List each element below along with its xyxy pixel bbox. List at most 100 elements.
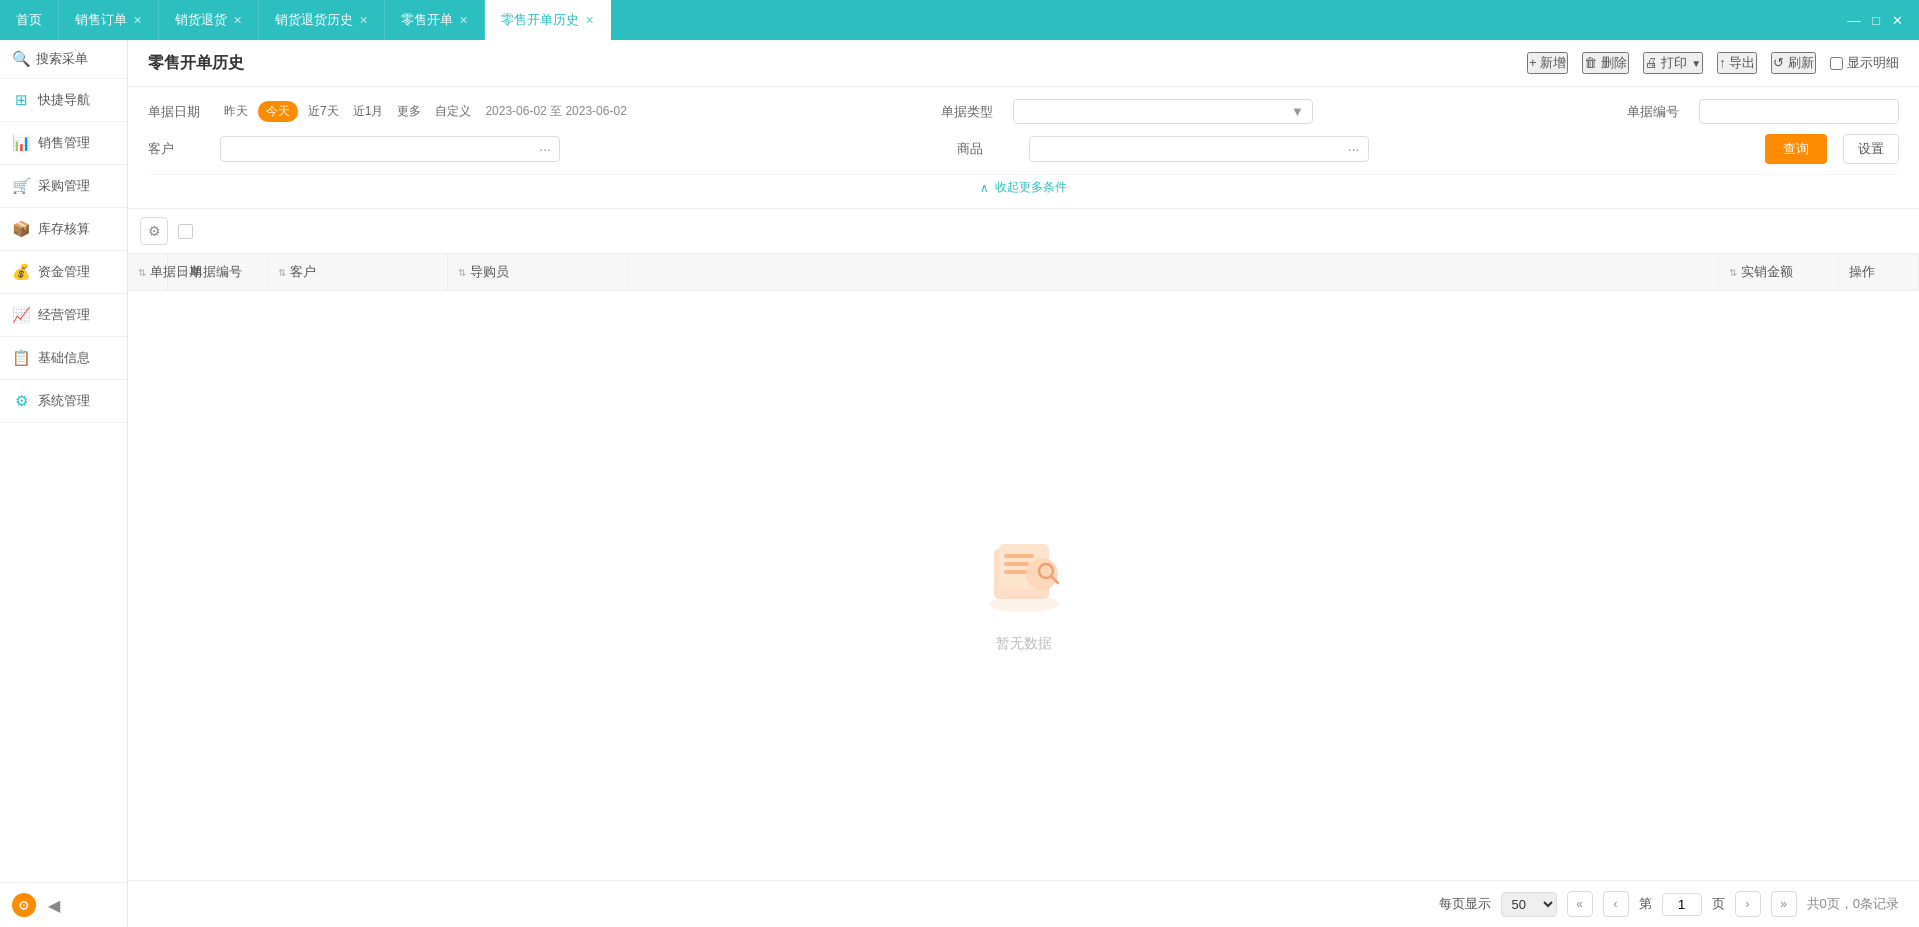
- filter-row-2: 客户 ··· 商品 ··· 查询 设置: [148, 134, 1899, 164]
- query-btn[interactable]: 查询: [1765, 134, 1827, 164]
- tab-retail-open-close[interactable]: ✕: [459, 14, 468, 27]
- collapse-more-btn[interactable]: ∧ 收起更多条件: [148, 174, 1899, 200]
- page-size-label: 每页显示: [1439, 895, 1491, 913]
- table-header: ⇅ 单据日期 ⇅ 单据编号 ⇅ 客户 ⇅ 导购员 ⇅ 实销: [128, 254, 1919, 291]
- tab-sales-return-history[interactable]: 销货退货历史 ✕: [259, 0, 385, 40]
- filter-row-1: 单据日期 昨天 今天 近7天 近1月 更多 自定义 2023-06-02 至 2…: [148, 99, 1899, 124]
- sidebar-item-ops-mgmt[interactable]: 📈 经营管理: [0, 294, 127, 337]
- date-opt-custom[interactable]: 自定义: [431, 101, 475, 122]
- page-input[interactable]: [1662, 893, 1702, 916]
- th-salesperson-label: 导购员: [470, 263, 509, 281]
- tab-sales-order-close[interactable]: ✕: [133, 14, 142, 27]
- sidebar-item-sales-mgmt[interactable]: 📊 销售管理: [0, 122, 127, 165]
- sidebar-item-sys-mgmt[interactable]: ⚙ 系统管理: [0, 380, 127, 423]
- page-title: 零售开单历史: [148, 53, 244, 74]
- last-page-btn[interactable]: »: [1771, 891, 1797, 917]
- sidebar-item-quick-nav[interactable]: ⊞ 快捷导航: [0, 79, 127, 122]
- settings-btn[interactable]: 设置: [1843, 134, 1899, 164]
- tab-sales-return[interactable]: 销货退货 ✕: [159, 0, 259, 40]
- sidebar-item-finance-mgmt[interactable]: 💰 资金管理: [0, 251, 127, 294]
- add-btn[interactable]: + 新增: [1527, 52, 1568, 74]
- date-opt-last1m[interactable]: 近1月: [349, 101, 388, 122]
- date-label: 单据日期: [148, 103, 204, 121]
- sidebar-item-sys-mgmt-label: 系统管理: [38, 392, 90, 410]
- th-date[interactable]: ⇅ 单据日期: [128, 254, 168, 290]
- content-area: 零售开单历史 + 新增 🗑 删除 🖨 打印 ▼ ↑ 导出 ↺ 刷新: [128, 40, 1919, 927]
- next-page-btn[interactable]: ›: [1735, 891, 1761, 917]
- tab-retail-open-history-close[interactable]: ✕: [585, 14, 594, 27]
- date-opt-last7[interactable]: 近7天: [304, 101, 343, 122]
- th-salesperson[interactable]: ⇅ 导购员: [448, 254, 628, 290]
- th-amount-label: 实销金额: [1741, 263, 1793, 281]
- sidebar-item-inventory-calc[interactable]: 📦 库存核算: [0, 208, 127, 251]
- tab-home-label: 首页: [16, 11, 42, 29]
- settings-gear-bottom[interactable]: ⚙: [12, 893, 36, 917]
- doc-type-label: 单据类型: [941, 103, 997, 121]
- collapse-chevron-icon: ∧: [980, 181, 989, 195]
- display-detail-checkbox[interactable]: 显示明细: [1830, 54, 1899, 72]
- tab-sales-order-label: 销售订单: [75, 11, 127, 29]
- sort-salesperson-icon: ⇅: [458, 267, 466, 278]
- tab-retail-open[interactable]: 零售开单 ✕: [385, 0, 485, 40]
- refresh-label: ↺ 刷新: [1773, 54, 1814, 72]
- display-detail-label: 显示明细: [1847, 54, 1899, 72]
- th-no-label: 单据编号: [190, 263, 242, 281]
- tab-bar: 首页 销售订单 ✕ 销货退货 ✕ 销货退货历史 ✕ 零售开单 ✕ 零售开单历史 …: [0, 0, 1831, 40]
- close-btn[interactable]: ✕: [1892, 13, 1903, 28]
- minimize-btn[interactable]: —: [1847, 13, 1860, 28]
- export-label: ↑ 导出: [1719, 54, 1755, 72]
- page-info: 共0页，0条记录: [1807, 895, 1899, 913]
- finance-mgmt-icon: 💰: [12, 263, 30, 281]
- sidebar-item-basic-info[interactable]: 📋 基础信息: [0, 337, 127, 380]
- delete-btn[interactable]: 🗑 删除: [1582, 52, 1629, 74]
- sort-date-icon: ⇅: [138, 267, 146, 278]
- page-size-select[interactable]: 50 10 20 100: [1501, 892, 1557, 917]
- goods-select[interactable]: ···: [1029, 136, 1369, 162]
- th-amount[interactable]: ⇅ 实销金额: [1719, 254, 1839, 290]
- tab-retail-open-history[interactable]: 零售开单历史 ✕: [485, 0, 611, 40]
- tab-home[interactable]: 首页: [0, 0, 59, 40]
- tab-sales-return-history-label: 销货退货历史: [275, 11, 353, 29]
- sidebar-search-label: 搜索采单: [36, 50, 88, 68]
- th-actions-label: 操作: [1849, 263, 1875, 281]
- quick-nav-icon: ⊞: [12, 91, 30, 109]
- th-customer[interactable]: ⇅ 客户: [268, 254, 448, 290]
- sidebar-item-purchase-mgmt[interactable]: 🛒 采购管理: [0, 165, 127, 208]
- sidebar-collapse-btn[interactable]: ◀: [48, 896, 60, 915]
- sidebar-search[interactable]: 🔍 搜索采单: [0, 40, 127, 79]
- sort-no-icon: ⇅: [178, 267, 186, 278]
- customer-select[interactable]: ···: [220, 136, 560, 162]
- sort-customer-icon: ⇅: [278, 267, 286, 278]
- table-settings-btn[interactable]: ⚙: [140, 217, 168, 245]
- table-toolbar: ⚙: [128, 209, 1919, 254]
- tab-sales-return-close[interactable]: ✕: [233, 14, 242, 27]
- doc-no-input[interactable]: [1699, 99, 1899, 124]
- sidebar-bottom: ⚙ ◀: [0, 882, 127, 927]
- doc-type-select[interactable]: ▼: [1013, 99, 1313, 124]
- sidebar-item-purchase-mgmt-label: 采购管理: [38, 177, 90, 195]
- select-all-checkbox[interactable]: [178, 224, 193, 239]
- date-opt-yesterday[interactable]: 昨天: [220, 101, 252, 122]
- page-header: 零售开单历史 + 新增 🗑 删除 🖨 打印 ▼ ↑ 导出 ↺ 刷新: [128, 40, 1919, 87]
- th-actions: 操作: [1839, 254, 1919, 290]
- print-btn[interactable]: 🖨 打印 ▼: [1643, 52, 1704, 74]
- refresh-btn[interactable]: ↺ 刷新: [1771, 52, 1816, 74]
- purchase-mgmt-icon: 🛒: [12, 177, 30, 195]
- customer-label: 客户: [148, 140, 204, 158]
- maximize-btn[interactable]: □: [1872, 13, 1880, 28]
- search-icon: 🔍: [12, 50, 30, 68]
- display-detail-input[interactable]: [1830, 57, 1843, 70]
- tab-sales-return-history-close[interactable]: ✕: [359, 14, 368, 27]
- date-options: 昨天 今天 近7天 近1月 更多 自定义 2023-06-02 至 2023-0…: [220, 101, 627, 122]
- header-actions: + 新增 🗑 删除 🖨 打印 ▼ ↑ 导出 ↺ 刷新 显示明细: [1527, 52, 1899, 74]
- tab-sales-order[interactable]: 销售订单 ✕: [59, 0, 159, 40]
- sys-mgmt-icon: ⚙: [12, 392, 30, 410]
- date-opt-more[interactable]: 更多: [393, 101, 425, 122]
- th-no[interactable]: ⇅ 单据编号: [168, 254, 268, 290]
- svg-rect-4: [1004, 562, 1029, 566]
- first-page-btn[interactable]: «: [1567, 891, 1593, 917]
- prev-page-btn[interactable]: ‹: [1603, 891, 1629, 917]
- date-opt-today[interactable]: 今天: [258, 101, 298, 122]
- window-controls: — □ ✕: [1831, 13, 1919, 28]
- export-btn[interactable]: ↑ 导出: [1717, 52, 1757, 74]
